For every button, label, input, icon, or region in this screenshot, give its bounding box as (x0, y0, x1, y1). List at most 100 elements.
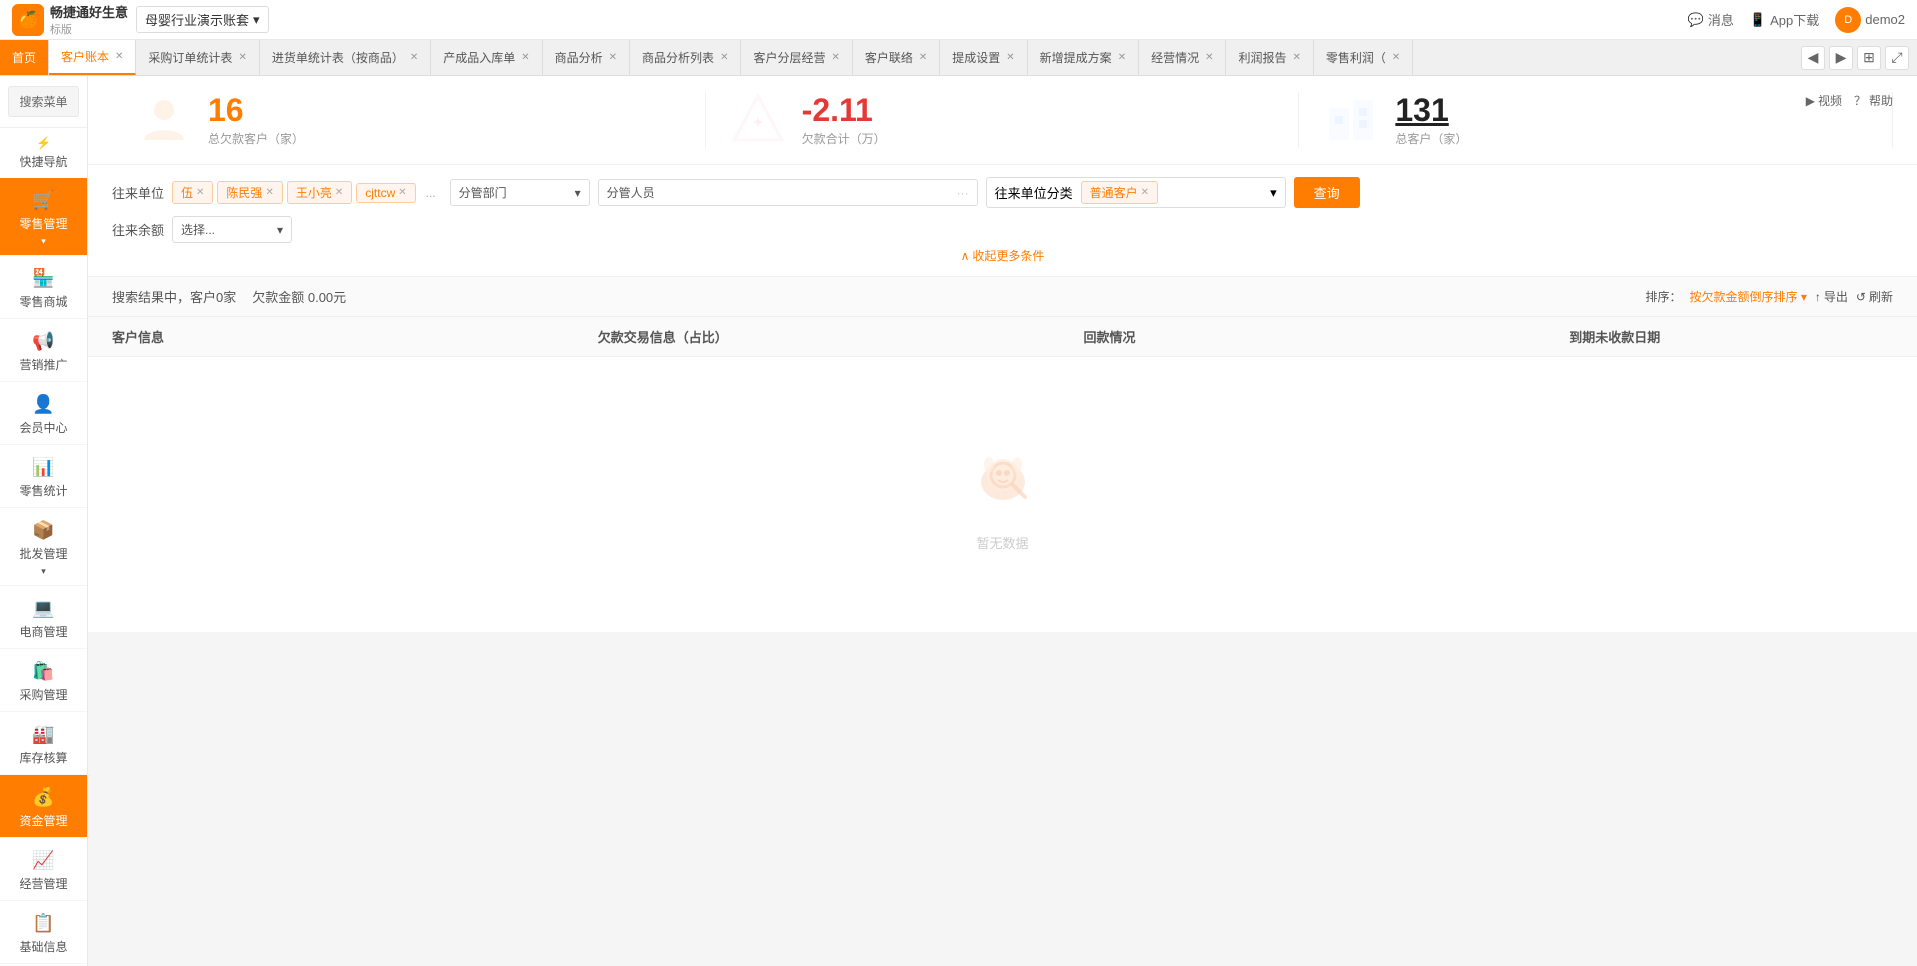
finance-label: 资金管理 (19, 812, 67, 829)
sidebar-item-retail-mall[interactable]: 🏪 零售商城 (0, 256, 87, 319)
empty-label: 暂无数据 (976, 533, 1028, 552)
logo-text: 畅捷通好生意 (50, 2, 128, 21)
tab-retail-profit[interactable]: 零售利润（ ✕ (1314, 40, 1413, 75)
tab-close-icon[interactable]: ✕ (521, 52, 529, 63)
search-menu-button[interactable]: 搜索菜单 (8, 86, 79, 117)
tab-label: 零售利润（ (1326, 49, 1386, 66)
tab-product-in[interactable]: 产成品入库单 ✕ (431, 40, 542, 75)
user-profile[interactable]: D demo2 (1835, 7, 1905, 33)
member-icon: 👤 (32, 394, 54, 415)
stat-label-total: 总客户（家） (1395, 130, 1467, 147)
stat-block-debt: ✦ -2.11 欠款合计（万） (706, 92, 1300, 148)
remove-category-tag-button[interactable]: ✕ (1141, 187, 1149, 198)
tab-nav-right[interactable]: ▶ (1829, 46, 1853, 70)
tab-close-icon[interactable]: ✕ (720, 52, 728, 63)
remove-tag-2-button[interactable]: ✕ (265, 187, 273, 198)
tab-promotion-settings[interactable]: 提成设置 ✕ (940, 40, 1027, 75)
sidebar-item-ecommerce[interactable]: 💻 电商管理 (0, 586, 87, 649)
remove-tag-1-button[interactable]: ✕ (196, 187, 204, 198)
tab-customer-tier[interactable]: 客户分层经营 ✕ (741, 40, 852, 75)
tab-close-icon[interactable]: ✕ (1205, 52, 1213, 63)
stat-label-customers: 总欠款客户（家） (208, 130, 304, 147)
refresh-button[interactable]: ↺ 刷新 (1856, 288, 1893, 305)
app-download-button[interactable]: 📱 App下载 (1750, 10, 1819, 29)
account-selector[interactable]: 母婴行业演示账套 ▾ (136, 6, 269, 33)
operations-label: 经营管理 (19, 875, 67, 892)
tab-home[interactable]: 首页 (0, 40, 49, 75)
unit-filter-label: 往来单位 (112, 183, 164, 202)
stat-block-customers: 16 总欠款客户（家） (112, 92, 706, 148)
tab-purchase-order-stats[interactable]: 采购订单统计表 ✕ (136, 40, 259, 75)
tab-close-icon[interactable]: ✕ (1293, 52, 1301, 63)
sort-select[interactable]: 按欠款金额倒序排序 ▾ (1690, 288, 1807, 305)
dept-filter-label: 分管部门 (459, 184, 507, 201)
sidebar-item-member[interactable]: 👤 会员中心 (0, 382, 87, 445)
tab-close-icon[interactable]: ✕ (1392, 52, 1400, 63)
tab-label: 进货单统计表（按商品） (272, 49, 404, 66)
tab-close-icon[interactable]: ✕ (919, 52, 927, 63)
sidebar-item-batch-mgmt[interactable]: 📦 批发管理 ▾ (0, 508, 87, 586)
tab-customer-contact[interactable]: 客户联络 ✕ (853, 40, 940, 75)
category-filter[interactable]: 往来单位分类 普通客户 ✕ ▾ (986, 177, 1286, 208)
tab-customer-accounts[interactable]: 客户账本 ✕ (49, 40, 136, 75)
ecommerce-label: 电商管理 (19, 623, 67, 640)
search-results-info: 搜索结果中，客户0家 欠款金额 0.00元 (112, 287, 346, 306)
sidebar-item-operations[interactable]: 📈 经营管理 (0, 838, 87, 901)
logo-text-area: 畅捷通好生意 标版 (50, 2, 128, 37)
tab-new-promotion-plan[interactable]: 新增提成方案 ✕ (1028, 40, 1139, 75)
tab-expand[interactable]: ⊞ (1857, 46, 1881, 70)
collapse-filters-button[interactable]: ∧ 收起更多条件 (112, 247, 1893, 264)
retail-stats-label: 零售统计 (19, 482, 67, 499)
sidebar-item-purchase[interactable]: 🛍️ 采购管理 (0, 649, 87, 712)
tab-close-icon[interactable]: ✕ (410, 52, 418, 63)
inventory-label: 库存核算 (19, 749, 67, 766)
filter-tag-1: 伍 ✕ (172, 181, 213, 204)
tab-profit-report[interactable]: 利润报告 ✕ (1226, 40, 1313, 75)
tab-label: 产成品入库单 (443, 49, 515, 66)
sidebar-item-marketing[interactable]: 📢 营销推广 (0, 319, 87, 382)
remove-tag-3-button[interactable]: ✕ (335, 187, 343, 198)
chevron-down-small-icon: ▾ (41, 236, 46, 247)
remove-tag-4-button[interactable]: ✕ (398, 187, 406, 198)
stat-values-debt: -2.11 欠款合计（万） (802, 94, 886, 147)
tab-close-customer-accounts[interactable]: ✕ (115, 51, 123, 62)
dept-filter-select[interactable]: 分管部门 ▾ (450, 179, 590, 206)
message-button[interactable]: 💬 消息 (1688, 10, 1734, 29)
sidebar-item-basic-info[interactable]: 📋 基础信息 (0, 901, 87, 964)
tab-close-icon[interactable]: ✕ (238, 52, 246, 63)
tab-label: 客户联络 (865, 49, 913, 66)
category-tag-label: 普通客户 (1090, 184, 1138, 201)
export-button[interactable]: ↑ 导出 (1815, 288, 1848, 305)
sidebar-item-retail[interactable]: 🛒 零售管理 ▾ (0, 178, 87, 256)
basic-info-label: 基础信息 (19, 938, 67, 955)
play-icon: ▶ (1806, 94, 1815, 108)
sidebar-item-retail-stats[interactable]: 📊 零售统计 (0, 445, 87, 508)
tab-nav-left[interactable]: ◀ (1801, 46, 1825, 70)
more-tags-button[interactable]: ... (420, 184, 442, 202)
sort-label: 排序： (1646, 288, 1682, 305)
help-icon: ？ (1854, 92, 1866, 109)
sidebar-item-quick-nav[interactable]: ⚡ 快捷导航 (0, 128, 87, 178)
tab-close-icon[interactable]: ✕ (1006, 52, 1014, 63)
person-filter-label: 分管人员 (607, 184, 655, 201)
tab-close-icon[interactable]: ✕ (609, 52, 617, 63)
tab-goods-analysis[interactable]: 商品分析 ✕ (543, 40, 630, 75)
tab-close-icon[interactable]: ✕ (1118, 52, 1126, 63)
avatar: D (1835, 7, 1861, 33)
fullscreen-icon[interactable]: ⤢ (1885, 46, 1909, 70)
person-filter-input[interactable]: 分管人员 ··· (598, 179, 978, 206)
query-button[interactable]: 查询 (1294, 177, 1360, 208)
tab-close-icon[interactable]: ✕ (831, 52, 839, 63)
balance-filter-select[interactable]: 选择... ▾ (172, 216, 292, 243)
refresh-label: 刷新 (1869, 288, 1893, 305)
tab-goods-analysis-list[interactable]: 商品分析列表 ✕ (630, 40, 741, 75)
video-button[interactable]: ▶ 视频 (1806, 92, 1842, 109)
help-button[interactable]: ？ 帮助 (1854, 92, 1893, 109)
sidebar-search-area: 搜索菜单 (0, 76, 87, 128)
sidebar-item-finance[interactable]: 💰 资金管理 (0, 775, 87, 838)
tab-goods-in-stats[interactable]: 进货单统计表（按商品） ✕ (260, 40, 431, 75)
tab-label: 客户分层经营 (753, 49, 825, 66)
filter-row-1: 往来单位 伍 ✕ 陈民强 ✕ 王小亮 ✕ cjttcw (112, 177, 1893, 208)
sidebar-item-inventory[interactable]: 🏭 库存核算 (0, 712, 87, 775)
tab-business-situation[interactable]: 经营情况 ✕ (1139, 40, 1226, 75)
